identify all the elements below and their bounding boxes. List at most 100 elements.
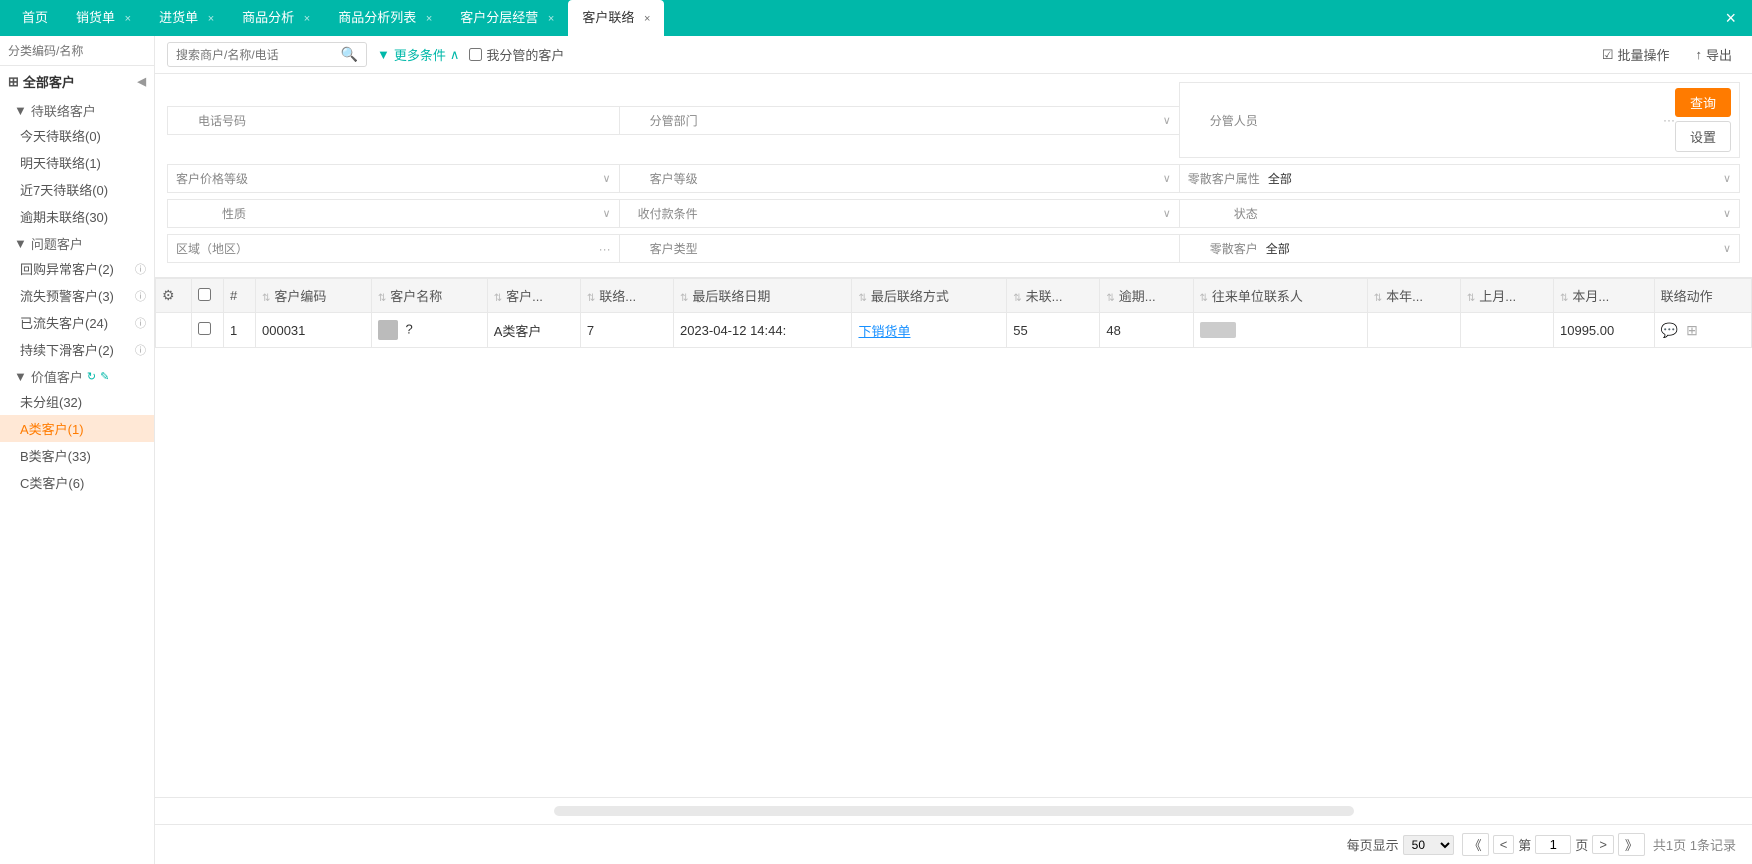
section-value-customer[interactable]: ▼ 价值客户 ↻ ✎ — [0, 363, 154, 388]
filter-customer-type[interactable]: 客户类型 — [619, 234, 1179, 263]
filter-region[interactable]: 区域（地区） ··· — [167, 234, 619, 263]
filter-scatter-attr[interactable]: 零散客户属性 全部∨ — [1179, 164, 1740, 193]
sidebar-item-a-class[interactable]: A类客户(1) — [0, 415, 154, 442]
export-btn[interactable]: ↑ 导出 — [1687, 42, 1740, 67]
close-customer-segment-icon[interactable]: × — [548, 13, 554, 25]
filter-nature[interactable]: 性质 ∨ — [167, 199, 619, 228]
sidebar-item-week[interactable]: 近7天待联络(0) — [0, 176, 154, 203]
filter-nature-select[interactable]: ∨ — [254, 207, 611, 220]
filter-price-level-select[interactable]: ∨ — [256, 172, 611, 185]
close-customer-contact-icon[interactable]: × — [644, 13, 650, 25]
window-close-button[interactable]: × — [1717, 8, 1744, 29]
td-code[interactable]: 000031 — [256, 313, 372, 348]
horizontal-scrollbar[interactable] — [554, 806, 1354, 816]
sidebar-item-unclassified[interactable]: 未分组(32) — [0, 388, 154, 415]
row-checkbox[interactable] — [198, 322, 211, 335]
sidebar-item-today[interactable]: 今天待联络(0) — [0, 122, 154, 149]
close-product-list-icon[interactable]: × — [426, 13, 432, 25]
filter-status[interactable]: 状态 ∨ — [1179, 199, 1740, 228]
filter-scatter-customer-select[interactable]: 全部∨ — [1266, 240, 1731, 257]
sidebar-search-box[interactable]: 🔍 — [0, 36, 154, 66]
edit-icon[interactable]: ✎ — [100, 370, 109, 383]
td-checkbox[interactable] — [192, 313, 224, 348]
select-all-checkbox[interactable] — [198, 288, 211, 301]
page-prev-btn[interactable]: < — [1493, 835, 1515, 854]
page-size-select[interactable]: 50 100 200 — [1403, 835, 1454, 855]
close-sales-icon[interactable]: × — [125, 13, 131, 25]
filter-price-level[interactable]: 客户价格等级 ∨ — [167, 164, 619, 193]
nav-customer-contact[interactable]: 客户联络 × — [568, 0, 664, 36]
th-code[interactable]: ⇅客户编码 — [256, 279, 372, 313]
settings-button[interactable]: 设置 — [1675, 121, 1731, 152]
my-customer-checkbox-label[interactable]: 我分管的客户 — [469, 45, 564, 64]
search-input[interactable] — [176, 48, 341, 62]
close-purchase-icon[interactable]: × — [208, 13, 214, 25]
chat-icon[interactable]: 💬 — [1661, 322, 1678, 339]
sidebar-item-abnormal[interactable]: 回购异常客户(2)ⓘ — [0, 255, 154, 282]
sidebar-item-overdue[interactable]: 逾期未联络(30) — [0, 203, 154, 230]
filter-dept-select[interactable]: ∨ — [706, 114, 1171, 127]
sidebar-item-declining[interactable]: 持续下滑客户(2)ⓘ — [0, 336, 154, 363]
th-settings[interactable]: ⚙ — [156, 279, 192, 313]
th-type[interactable]: ⇅客户... — [487, 279, 580, 313]
filter-customer-level-select[interactable]: ∨ — [706, 172, 1171, 185]
nav-product-analysis[interactable]: 商品分析 × — [228, 0, 324, 36]
batch-op-btn[interactable]: ☑ 批量操作 — [1594, 42, 1678, 67]
filter-phone[interactable]: 电话号码 — [167, 106, 619, 135]
th-this-month[interactable]: ⇅本月... — [1554, 279, 1655, 313]
th-overdue[interactable]: ⇅逾期... — [1100, 279, 1193, 313]
page-first-btn[interactable]: 《 — [1462, 833, 1489, 856]
page-last-btn[interactable]: 》 — [1618, 833, 1645, 856]
section-problem-label: 问题客户 — [31, 234, 83, 253]
nav-home[interactable]: 首页 — [8, 0, 62, 36]
th-last-method[interactable]: ⇅最后联络方式 — [852, 279, 1007, 313]
sidebar-item-churn-warning[interactable]: 流失预警客户(3)ⓘ — [0, 282, 154, 309]
last-method-link[interactable]: 下销货单 — [858, 324, 910, 339]
page-size-selector[interactable]: 每页显示 50 100 200 — [1347, 835, 1454, 855]
close-product-analysis-icon[interactable]: × — [304, 13, 310, 25]
nav-customer-segment[interactable]: 客户分层经营 × — [446, 0, 568, 36]
my-customer-checkbox[interactable] — [469, 48, 482, 61]
sidebar-item-churned[interactable]: 已流失客户(24)ⓘ — [0, 309, 154, 336]
sidebar-item-b-class[interactable]: B类客户(33) — [0, 442, 154, 469]
sidebar-search-input[interactable] — [8, 44, 155, 58]
region-dots[interactable]: ··· — [599, 242, 611, 256]
filter-payment[interactable]: 收付款条件 ∨ — [619, 199, 1179, 228]
toolbar-search-icon[interactable]: 🔍 — [341, 46, 358, 63]
filter-dept[interactable]: 分管部门 ∨ — [619, 106, 1179, 135]
filter-region-input[interactable]: ··· — [256, 242, 611, 256]
sidebar-item-tomorrow[interactable]: 明天待联络(1) — [0, 149, 154, 176]
page-number-input[interactable] — [1535, 835, 1571, 854]
th-unit-contact[interactable]: ⇅往来单位联系人 — [1193, 279, 1367, 313]
nav-product-list[interactable]: 商品分析列表 × — [324, 0, 446, 36]
filter-manager[interactable]: 分管人员 ··· 查询 设置 — [1179, 82, 1740, 158]
sidebar-item-c-class[interactable]: C类客户(6) — [0, 469, 154, 496]
filter-status-select[interactable]: ∨ — [1266, 207, 1731, 220]
th-name[interactable]: ⇅客户名称 — [371, 279, 487, 313]
th-last-month[interactable]: ⇅上月... — [1460, 279, 1553, 313]
search-box[interactable]: 🔍 — [167, 42, 367, 67]
th-unlink-days[interactable]: ⇅未联... — [1007, 279, 1100, 313]
nav-sales[interactable]: 销货单 × — [62, 0, 145, 36]
manager-dots[interactable]: ··· — [1663, 113, 1675, 127]
filter-scatter-customer[interactable]: 零散客户 全部∨ — [1179, 234, 1740, 263]
nav-purchase[interactable]: 进货单 × — [145, 0, 228, 36]
filter-payment-select[interactable]: ∨ — [706, 207, 1171, 220]
th-last-date[interactable]: ⇅最后联络日期 — [673, 279, 852, 313]
filter-scatter-attr-select[interactable]: 全部∨ — [1268, 170, 1731, 187]
sidebar-all-customers[interactable]: ⊞ 全部客户 ◀ — [0, 66, 154, 97]
th-checkbox[interactable] — [192, 279, 224, 313]
section-pending-contact[interactable]: ▼ 待联络客户 — [0, 97, 154, 122]
filter-customer-level[interactable]: 客户等级 ∨ — [619, 164, 1179, 193]
page-next-btn[interactable]: > — [1592, 835, 1614, 854]
th-this-year[interactable]: ⇅本年... — [1367, 279, 1460, 313]
td-last-method[interactable]: 下销货单 — [852, 313, 1007, 348]
filter-more-btn[interactable]: ▼ 更多条件 ∧ — [377, 45, 459, 64]
section-problem-customer[interactable]: ▼ 问题客户 — [0, 230, 154, 255]
settings-icon[interactable]: ⚙ — [162, 287, 175, 303]
refresh-icon[interactable]: ↻ — [87, 370, 96, 383]
filter-manager-input[interactable]: ··· — [1266, 113, 1675, 127]
th-contact-count[interactable]: ⇅联络... — [580, 279, 673, 313]
qr-icon[interactable]: ⊞ — [1686, 322, 1698, 339]
query-button[interactable]: 查询 — [1675, 88, 1731, 117]
